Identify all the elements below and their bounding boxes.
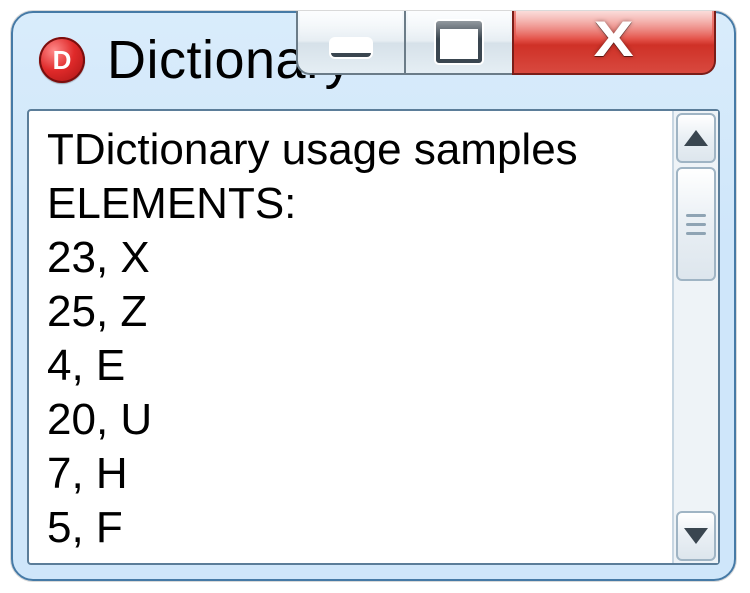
chevron-down-icon [684, 528, 708, 544]
output-line: 5, F [47, 501, 660, 555]
close-button[interactable]: X [512, 11, 716, 75]
output-line: ELEMENTS: [47, 177, 660, 231]
close-icon: X [594, 10, 634, 68]
output-line: 7, H [47, 447, 660, 501]
client-area: TDictionary usage samples ELEMENTS: 23, … [27, 109, 720, 565]
output-line: 25, Z [47, 285, 660, 339]
vertical-scrollbar[interactable] [672, 111, 718, 563]
window-frame: D Dictionary X TDictionary usage samples… [11, 11, 736, 581]
chevron-up-icon [684, 130, 708, 146]
output-line: TDictionary usage samples [47, 123, 660, 177]
grip-icon [686, 223, 706, 226]
output-line: 4, E [47, 339, 660, 393]
output-memo[interactable]: TDictionary usage samples ELEMENTS: 23, … [29, 111, 672, 563]
output-line: 20, U [47, 393, 660, 447]
grip-icon [686, 232, 706, 235]
scroll-up-button[interactable] [676, 113, 716, 163]
minimize-button[interactable] [296, 11, 404, 75]
scroll-thumb[interactable] [676, 167, 716, 281]
minimize-icon [331, 39, 371, 57]
maximize-icon [436, 21, 482, 63]
output-line: 23, X [47, 231, 660, 285]
titlebar[interactable]: D Dictionary X [13, 13, 734, 107]
app-icon-letter: D [53, 45, 72, 76]
caption-buttons: X [296, 11, 716, 75]
scroll-track[interactable] [676, 167, 716, 507]
grip-icon [686, 214, 706, 217]
app-icon: D [39, 37, 85, 83]
scroll-down-button[interactable] [676, 511, 716, 561]
maximize-button[interactable] [404, 11, 512, 75]
